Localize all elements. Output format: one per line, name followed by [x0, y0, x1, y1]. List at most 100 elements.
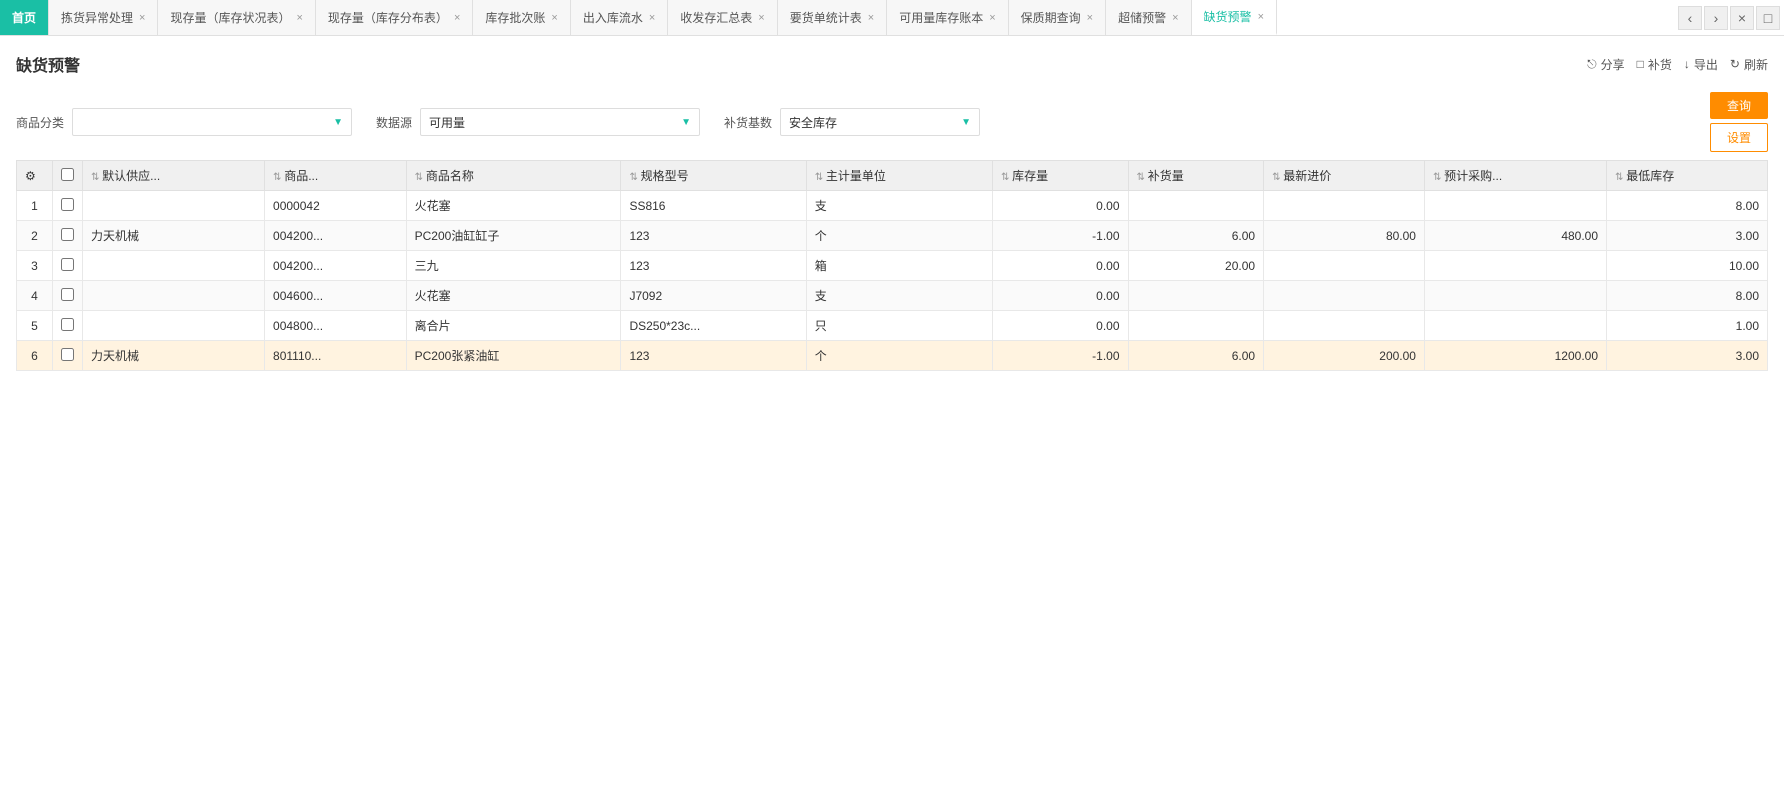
replenish-button[interactable]: □ 补货 — [1637, 56, 1672, 73]
column-est-purchase[interactable]: 预计采购... — [1424, 161, 1606, 191]
tab-abnormal[interactable]: 拣货异常处理 × — [49, 0, 158, 35]
row-spec: 123 — [621, 341, 806, 371]
settings-button[interactable]: 设置 — [1710, 123, 1768, 152]
tab-overstock[interactable]: 超储预警 × — [1106, 0, 1191, 35]
row-checkbox-cell[interactable] — [53, 311, 83, 341]
datasource-select[interactable]: 可用量 ▼ — [420, 108, 700, 136]
share-button[interactable]: ⎋ 分享 — [1587, 56, 1625, 73]
gear-icon: ⚙ — [25, 169, 36, 183]
row-min-stock: 3.00 — [1607, 341, 1768, 371]
close-icon[interactable]: × — [1087, 12, 1093, 24]
column-unit[interactable]: 主计量单位 — [806, 161, 992, 191]
column-product-name[interactable]: 商品名称 — [406, 161, 621, 191]
row-checkbox-cell[interactable] — [53, 221, 83, 251]
row-stock: 0.00 — [992, 251, 1128, 281]
replenish-base-select[interactable]: 安全库存 ▼ — [780, 108, 980, 136]
main-content: 缺货预警 ⎋ 分享 □ 补货 ↓ 导出 ↻ 刷新 商品分类 — [0, 36, 1784, 796]
table-row[interactable]: 2 力天机械 004200... PC200油缸缸子 123 个 -1.00 6… — [17, 221, 1768, 251]
row-checkbox-cell[interactable] — [53, 341, 83, 371]
tab-label: 可用量库存账本 — [899, 9, 983, 26]
close-icon[interactable]: × — [989, 12, 995, 24]
row-est-purchase: 480.00 — [1424, 221, 1606, 251]
row-est-purchase — [1424, 191, 1606, 221]
row-checkbox-cell[interactable] — [53, 251, 83, 281]
close-icon[interactable]: × — [758, 12, 764, 24]
refresh-icon: ↻ — [1730, 57, 1740, 71]
close-icon[interactable]: × — [454, 12, 460, 24]
row-unit: 支 — [806, 281, 992, 311]
tab-available[interactable]: 可用量库存账本 × — [887, 0, 1008, 35]
tab-inventory-dist[interactable]: 现存量（库存分布表） × — [316, 0, 473, 35]
tab-bar: 首页 拣货异常处理 × 现存量（库存状况表） × 现存量（库存分布表） × 库存… — [0, 0, 1784, 36]
column-spec[interactable]: 规格型号 — [621, 161, 806, 191]
close-icon[interactable]: × — [649, 12, 655, 24]
close-icon[interactable]: × — [139, 12, 145, 24]
header-actions: ⎋ 分享 □ 补货 ↓ 导出 ↻ 刷新 — [1587, 56, 1768, 73]
row-checkbox-cell[interactable] — [53, 191, 83, 221]
tab-maximize-button[interactable]: □ — [1756, 6, 1780, 30]
row-stock: 0.00 — [992, 191, 1128, 221]
row-latest-price — [1264, 251, 1425, 281]
column-settings[interactable]: ⚙ — [17, 161, 53, 191]
row-spec: DS250*23c... — [621, 311, 806, 341]
row-spec: J7092 — [621, 281, 806, 311]
tab-expiry[interactable]: 保质期查询 × — [1009, 0, 1106, 35]
refresh-button[interactable]: ↻ 刷新 — [1730, 56, 1768, 73]
datasource-label: 数据源 — [376, 114, 412, 131]
chevron-down-icon: ▼ — [333, 117, 343, 128]
row-est-purchase: 1200.00 — [1424, 341, 1606, 371]
row-checkbox[interactable] — [61, 228, 74, 241]
tab-home[interactable]: 首页 — [0, 0, 49, 35]
table-row[interactable]: 4 004600... 火花塞 J7092 支 0.00 8.00 — [17, 281, 1768, 311]
row-product-code: 004200... — [265, 251, 407, 281]
category-select[interactable]: ▼ — [72, 108, 352, 136]
row-est-purchase — [1424, 281, 1606, 311]
table-row[interactable]: 6 力天机械 801110... PC200张紧油缸 123 个 -1.00 6… — [17, 341, 1768, 371]
column-latest-price[interactable]: 最新进价 — [1264, 161, 1425, 191]
row-checkbox[interactable] — [61, 258, 74, 271]
tab-inventory-status[interactable]: 现存量（库存状况表） × — [158, 0, 315, 35]
close-icon[interactable]: × — [1258, 11, 1264, 23]
row-supplier: 力天机械 — [83, 221, 265, 251]
row-product-name: PC200张紧油缸 — [406, 341, 621, 371]
row-product-name: PC200油缸缸子 — [406, 221, 621, 251]
select-all-checkbox[interactable] — [61, 168, 74, 181]
row-latest-price: 80.00 — [1264, 221, 1425, 251]
column-stock[interactable]: 库存量 — [992, 161, 1128, 191]
export-button[interactable]: ↓ 导出 — [1684, 56, 1718, 73]
tab-prev-button[interactable]: ‹ — [1678, 6, 1702, 30]
query-button[interactable]: 查询 — [1710, 92, 1768, 119]
row-checkbox-cell[interactable] — [53, 281, 83, 311]
close-icon[interactable]: × — [296, 12, 302, 24]
tab-receive[interactable]: 收发存汇总表 × — [668, 0, 777, 35]
row-checkbox[interactable] — [61, 198, 74, 211]
tab-shortage[interactable]: 缺货预警 × — [1192, 0, 1277, 35]
tab-close-all-button[interactable]: × — [1730, 6, 1754, 30]
tab-requisition[interactable]: 要货单统计表 × — [778, 0, 887, 35]
row-index: 6 — [17, 341, 53, 371]
column-product-code[interactable]: 商品... — [265, 161, 407, 191]
row-latest-price — [1264, 191, 1425, 221]
row-product-code: 801110... — [265, 341, 407, 371]
row-checkbox[interactable] — [61, 318, 74, 331]
close-icon[interactable]: × — [1172, 12, 1178, 24]
row-stock: -1.00 — [992, 221, 1128, 251]
row-checkbox[interactable] — [61, 348, 74, 361]
table-row[interactable]: 3 004200... 三九 123 箱 0.00 20.00 10.00 — [17, 251, 1768, 281]
column-min-stock[interactable]: 最低库存 — [1607, 161, 1768, 191]
row-min-stock: 8.00 — [1607, 191, 1768, 221]
tab-label: 超储预警 — [1118, 9, 1166, 26]
close-icon[interactable]: × — [868, 12, 874, 24]
tab-flow[interactable]: 出入库流水 × — [571, 0, 668, 35]
tab-next-button[interactable]: › — [1704, 6, 1728, 30]
column-replenish[interactable]: 补货量 — [1128, 161, 1264, 191]
share-label: 分享 — [1601, 56, 1625, 73]
row-checkbox[interactable] — [61, 288, 74, 301]
export-label: 导出 — [1694, 56, 1718, 73]
table-row[interactable]: 5 004800... 离合片 DS250*23c... 只 0.00 1.00 — [17, 311, 1768, 341]
close-icon[interactable]: × — [551, 12, 557, 24]
tab-batch[interactable]: 库存批次账 × — [473, 0, 570, 35]
row-stock: 0.00 — [992, 281, 1128, 311]
table-row[interactable]: 1 0000042 火花塞 SS816 支 0.00 8.00 — [17, 191, 1768, 221]
column-supplier[interactable]: 默认供应... — [83, 161, 265, 191]
